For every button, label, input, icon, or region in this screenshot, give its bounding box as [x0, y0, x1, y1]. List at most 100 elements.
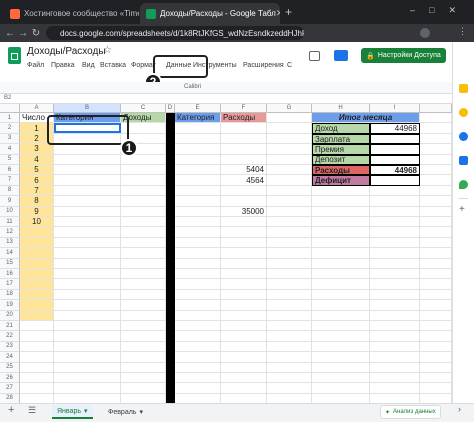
grid-cell[interactable]	[175, 269, 221, 280]
url-field[interactable]: docs.google.com/spreadsheets/d/1k8RtJKfG…	[46, 26, 304, 40]
more-icon[interactable]: ⋮	[458, 26, 467, 37]
grid-cell[interactable]	[54, 279, 121, 290]
row-header[interactable]: 13	[0, 237, 20, 249]
grid-cell[interactable]	[121, 165, 166, 176]
row-header[interactable]: 27	[0, 383, 20, 394]
grid-cell[interactable]	[221, 154, 267, 165]
grid-cell[interactable]	[267, 269, 312, 280]
summary-value[interactable]	[370, 175, 420, 186]
summary-label[interactable]: Доход	[312, 123, 370, 134]
grid-cell[interactable]	[175, 227, 221, 238]
add-addon-icon[interactable]: +	[459, 204, 465, 215]
grid-cell[interactable]	[221, 362, 267, 373]
grid-cell[interactable]	[267, 175, 312, 186]
grid-cell[interactable]	[221, 373, 267, 384]
close-tab-icon[interactable]: ✕	[276, 8, 280, 19]
grid-cell[interactable]	[175, 154, 221, 165]
sheets-logo-icon[interactable]	[8, 47, 21, 64]
grid-cell[interactable]	[121, 383, 166, 394]
grid-cell[interactable]	[312, 300, 370, 311]
corner-cell[interactable]	[0, 104, 20, 113]
grid-cell[interactable]	[221, 217, 267, 228]
row-header[interactable]: 3	[0, 133, 20, 145]
grid-cell[interactable]	[121, 175, 166, 186]
grid-cell[interactable]	[54, 362, 121, 373]
row-number-cell[interactable]: 7	[20, 185, 54, 197]
grid-cell[interactable]	[20, 362, 54, 373]
grid-cell[interactable]	[312, 185, 370, 197]
col-header-b[interactable]: B	[54, 104, 121, 113]
col-header-i[interactable]: I	[370, 104, 420, 113]
menu-insert[interactable]: Вставка	[100, 62, 126, 69]
grid-cell[interactable]	[175, 279, 221, 290]
share-button[interactable]: 🔒 Настройки Доступа	[361, 48, 446, 63]
grid-cell[interactable]	[20, 227, 54, 238]
grid-cell[interactable]	[221, 310, 267, 321]
grid-cell[interactable]	[221, 269, 267, 280]
grid-cell[interactable]	[370, 279, 420, 290]
grid-cell[interactable]	[370, 341, 420, 353]
row-number-cell[interactable]: 5	[20, 165, 54, 176]
grid-cell[interactable]	[370, 269, 420, 280]
grid-cell[interactable]	[267, 144, 312, 155]
grid-cell[interactable]	[20, 331, 54, 342]
new-tab-button[interactable]: +	[285, 5, 292, 19]
grid-cell[interactable]	[175, 393, 221, 403]
col-header-g[interactable]: G	[267, 104, 312, 113]
summary-label[interactable]: Расходы	[312, 165, 370, 176]
grid-cell[interactable]	[20, 279, 54, 290]
grid-cell[interactable]	[370, 373, 420, 384]
grid-cell[interactable]	[312, 279, 370, 290]
grid-cell[interactable]	[370, 196, 420, 207]
row-header[interactable]: 20	[0, 310, 20, 321]
grid-cell[interactable]	[121, 279, 166, 290]
grid-cell[interactable]	[267, 362, 312, 373]
grid-cell[interactable]	[175, 185, 221, 197]
summary-value[interactable]: 44968	[370, 165, 420, 176]
grid-cell[interactable]	[221, 393, 267, 403]
grid-cell[interactable]	[20, 321, 54, 332]
grid-cell[interactable]	[370, 185, 420, 197]
grid-cell[interactable]	[54, 300, 121, 311]
grid-cell[interactable]	[221, 123, 267, 134]
grid-cell[interactable]	[420, 217, 452, 228]
grid-cell[interactable]	[267, 154, 312, 165]
grid-cell[interactable]	[121, 393, 166, 403]
grid-cell[interactable]	[420, 321, 452, 332]
grid-cell[interactable]	[175, 248, 221, 259]
grid-cell[interactable]	[54, 383, 121, 394]
meet-icon[interactable]	[334, 50, 348, 61]
grid-cell[interactable]	[20, 383, 54, 394]
grid-cell[interactable]	[420, 113, 452, 124]
menu-view[interactable]: Вид	[82, 62, 95, 69]
grid-cell[interactable]	[221, 383, 267, 394]
col-header-h[interactable]: H	[312, 104, 370, 113]
grid-cell[interactable]	[54, 373, 121, 384]
grid-cell[interactable]	[267, 258, 312, 269]
grid-cell[interactable]	[420, 352, 452, 363]
grid-cell[interactable]	[121, 269, 166, 280]
grid-cell[interactable]	[420, 175, 452, 186]
menu-file[interactable]: Файл	[27, 62, 44, 69]
grid-cell[interactable]	[175, 300, 221, 311]
row-header[interactable]: 26	[0, 373, 20, 384]
grid-cell[interactable]	[54, 352, 121, 363]
grid-cell[interactable]	[54, 175, 121, 186]
grid-cell[interactable]	[420, 331, 452, 342]
grid-cell[interactable]	[121, 352, 166, 363]
grid-cell[interactable]	[121, 362, 166, 373]
grid-cell[interactable]	[54, 341, 121, 353]
grid-cell[interactable]	[54, 227, 121, 238]
grid-cell[interactable]	[267, 289, 312, 301]
grid-cell[interactable]	[221, 331, 267, 342]
grid-cell[interactable]	[175, 123, 221, 134]
contacts-icon[interactable]	[459, 156, 468, 165]
all-sheets-icon[interactable]: ☰	[28, 405, 36, 416]
grid-cell[interactable]	[420, 289, 452, 301]
grid-cell[interactable]	[54, 144, 121, 155]
grid-cell[interactable]	[20, 269, 54, 280]
grid-cell[interactable]	[221, 248, 267, 259]
grid-cell[interactable]	[221, 227, 267, 238]
grid-cell[interactable]	[20, 248, 54, 259]
summary-value[interactable]	[370, 144, 420, 155]
